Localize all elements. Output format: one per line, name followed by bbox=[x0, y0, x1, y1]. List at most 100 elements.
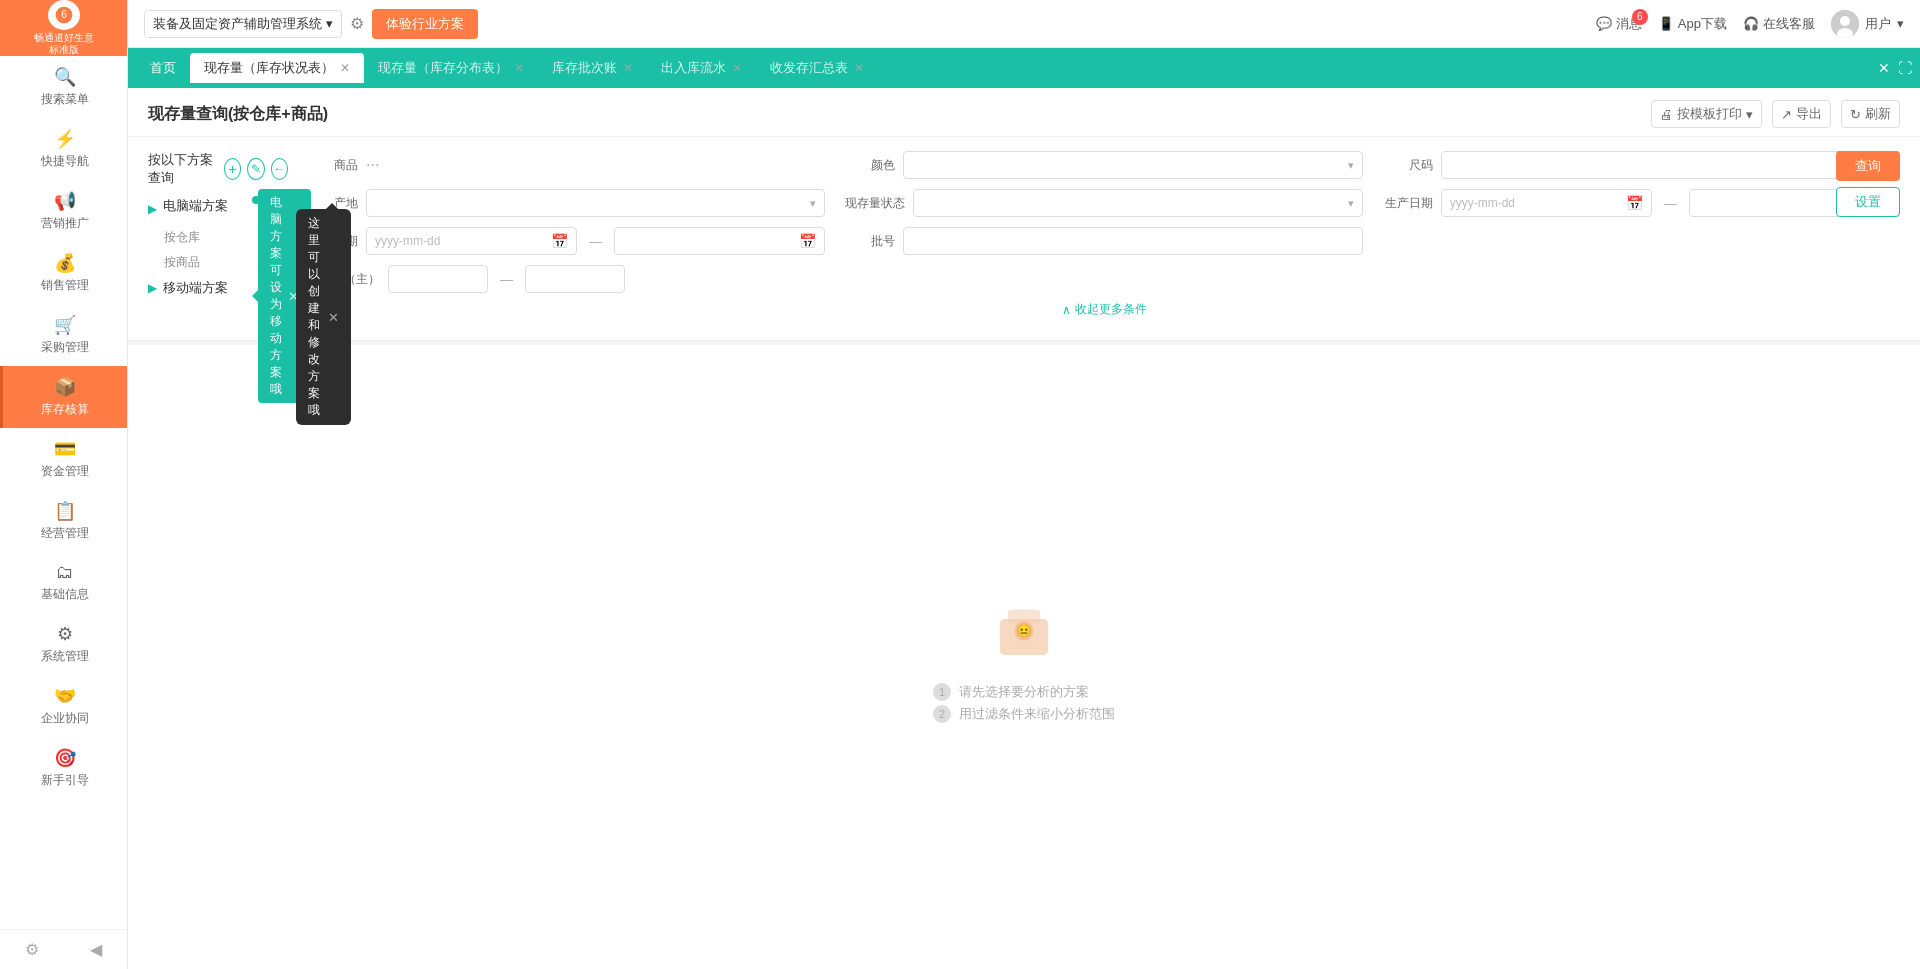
tab-flow[interactable]: 出入库流水 ✕ bbox=[647, 53, 756, 83]
sidebar-item-collab[interactable]: 🤝 企业协同 bbox=[0, 675, 127, 737]
print-dropdown-icon: ▾ bbox=[1746, 107, 1753, 122]
header-left: 装备及固定资产辅助管理系统 ▾ ⚙ 体验行业方案 bbox=[144, 9, 478, 39]
sidebar: 6 畅通道好生意 标准版 🔍 搜索菜单 ⚡ 快捷导航 📢 营销推广 💰 销售管理… bbox=[0, 0, 128, 969]
message-badge: 6 bbox=[1632, 9, 1648, 25]
tab-inventory-dist[interactable]: 现存量（库存分布表） ✕ bbox=[364, 53, 538, 83]
expire-date-from-icon[interactable]: 📅 bbox=[551, 233, 568, 249]
reset-btn[interactable]: 设置 bbox=[1836, 187, 1900, 217]
sidebar-item-finance[interactable]: 💳 资金管理 bbox=[0, 428, 127, 490]
sidebar-item-operation[interactable]: 📋 经营管理 bbox=[0, 490, 127, 552]
printer-icon: 🖨 bbox=[1660, 107, 1673, 122]
query-btn[interactable]: 查询 bbox=[1836, 151, 1900, 181]
tab-close-inventory-status[interactable]: ✕ bbox=[340, 61, 350, 75]
pc-scheme-label: 电脑端方案 bbox=[163, 197, 228, 215]
sidebar-item-system[interactable]: ⚙ 系统管理 bbox=[0, 613, 127, 675]
refresh-icon: ↻ bbox=[1850, 107, 1861, 122]
search-icon: 🔍 bbox=[54, 66, 76, 88]
tab-summary[interactable]: 收发存汇总表 ✕ bbox=[756, 53, 878, 83]
tab-inventory-status[interactable]: 现存量（库存状况表） ✕ bbox=[190, 53, 364, 83]
size-select[interactable]: ▾ bbox=[1441, 151, 1900, 179]
tab-close-batch[interactable]: ✕ bbox=[623, 61, 633, 75]
nav-icon: ⚡ bbox=[54, 128, 76, 150]
sidebar-item-baseinfo[interactable]: 🗂 基础信息 bbox=[0, 552, 127, 613]
tab-close-flow[interactable]: ✕ bbox=[732, 61, 742, 75]
produce-date-from-icon[interactable]: 📅 bbox=[1626, 195, 1643, 211]
sales-icon: 💰 bbox=[54, 252, 76, 274]
filter-row-color: 颜色 ▾ bbox=[845, 151, 1362, 179]
filter-row-status: 现存量状态 ▾ bbox=[845, 189, 1362, 217]
filter-row-expire-date: 失效日期 yyyy-mm-dd 📅 — 📅 bbox=[308, 227, 825, 255]
expire-date-from[interactable]: yyyy-mm-dd 📅 bbox=[366, 227, 577, 255]
status-select[interactable]: ▾ bbox=[913, 189, 1362, 217]
tab-close-summary[interactable]: ✕ bbox=[854, 61, 864, 75]
mobile-scheme-label: 移动端方案 bbox=[163, 279, 228, 297]
edit-tooltip-close[interactable]: ✕ bbox=[328, 310, 339, 325]
svg-point-3 bbox=[1840, 16, 1850, 26]
add-scheme-btn[interactable]: + bbox=[224, 158, 241, 180]
refresh-btn[interactable]: ↻ 刷新 bbox=[1841, 100, 1900, 128]
expire-date-to-icon[interactable]: 📅 bbox=[799, 233, 816, 249]
sidebar-item-purchase[interactable]: 🛒 采购管理 bbox=[0, 304, 127, 366]
tab-close-inventory-dist[interactable]: ✕ bbox=[514, 61, 524, 75]
collapse-filter-btn[interactable]: ∧ 收起更多条件 bbox=[308, 293, 1900, 326]
industry-btn[interactable]: 体验行业方案 bbox=[372, 9, 478, 39]
svg-text:6: 6 bbox=[61, 9, 67, 20]
origin-select-arrow: ▾ bbox=[810, 197, 816, 210]
produce-date-from[interactable]: yyyy-mm-dd 📅 bbox=[1441, 189, 1652, 217]
expire-date-to[interactable]: 📅 bbox=[614, 227, 825, 255]
message-icon: 💬 bbox=[1596, 16, 1612, 31]
color-select-arrow: ▾ bbox=[1348, 159, 1354, 172]
inventory-icon: 📦 bbox=[54, 376, 76, 398]
edit-tooltip: 这里可以创建和修改方案哦 ✕ bbox=[296, 209, 351, 425]
fullscreen-icon[interactable]: ⛶ bbox=[1898, 60, 1912, 76]
filter-grid: 商品 ··· 颜色 ▾ 尺码 ▾ bbox=[308, 151, 1900, 293]
system-icon: ⚙ bbox=[57, 623, 73, 645]
user-menu[interactable]: 用户 ▾ bbox=[1831, 10, 1904, 38]
sidebar-item-guide[interactable]: 🎯 新手引导 bbox=[0, 737, 127, 799]
sidebar-item-sales[interactable]: 💰 销售管理 bbox=[0, 242, 127, 304]
finance-icon: 💳 bbox=[54, 438, 76, 460]
tab-batch[interactable]: 库存批次账 ✕ bbox=[538, 53, 647, 83]
tab-bar-end: ✕ ⛶ bbox=[1878, 60, 1912, 76]
filter-row-origin: 产地 ▾ bbox=[308, 189, 825, 217]
logo-icon: 6 bbox=[48, 0, 80, 30]
filter-scheme-panel: 按以下方案查询 + ✎ ← ▶ 电脑端方案 电脑方案可设为移动方案哦 bbox=[148, 151, 288, 297]
export-icon: ↗ bbox=[1781, 107, 1792, 122]
edit-scheme-btn[interactable]: ✎ bbox=[247, 158, 264, 180]
baseinfo-icon: 🗂 bbox=[56, 562, 74, 583]
tab-home[interactable]: 首页 bbox=[136, 53, 190, 83]
header-right: 💬 消息 6 📱 App下载 🎧 在线客服 用户 ▾ bbox=[1596, 10, 1904, 38]
marketing-icon: 📢 bbox=[54, 190, 76, 212]
settings-bottom-btn[interactable]: ⚙ bbox=[25, 940, 39, 959]
sidebar-item-nav[interactable]: ⚡ 快捷导航 bbox=[0, 118, 127, 180]
sidebar-bottom: ⚙ ◀ bbox=[0, 929, 127, 969]
sidebar-item-search[interactable]: 🔍 搜索菜单 bbox=[0, 56, 127, 118]
avatar bbox=[1831, 10, 1859, 38]
app-logo: 6 畅通道好生意 标准版 bbox=[0, 0, 127, 56]
system-selector[interactable]: 装备及固定资产辅助管理系统 ▾ bbox=[144, 10, 342, 38]
empty-tips: 1 请先选择要分析的方案 2 用过滤条件来缩小分析范围 bbox=[933, 679, 1115, 727]
print-btn[interactable]: 🖨 按模板打印 ▾ bbox=[1651, 100, 1762, 128]
tab-close-all-icon[interactable]: ✕ bbox=[1878, 60, 1890, 76]
sidebar-item-marketing[interactable]: 📢 营销推广 bbox=[0, 180, 127, 242]
top-header: 装备及固定资产辅助管理系统 ▾ ⚙ 体验行业方案 💬 消息 6 📱 App下载 … bbox=[128, 0, 1920, 48]
goods-picker-btn[interactable]: ··· bbox=[366, 156, 379, 174]
purchase-icon: 🛒 bbox=[54, 314, 76, 336]
filter-row-produce-date: 生产日期 yyyy-mm-dd 📅 — 📅 bbox=[1383, 189, 1900, 217]
sidebar-item-inventory[interactable]: 📦 库存核算 bbox=[0, 366, 127, 428]
settings-icon[interactable]: ⚙ bbox=[350, 14, 364, 33]
stock-from-input[interactable] bbox=[388, 265, 488, 293]
origin-select[interactable]: ▾ bbox=[366, 189, 825, 217]
guide-icon: 🎯 bbox=[54, 747, 76, 769]
collapse-sidebar-btn[interactable]: ◀ bbox=[90, 940, 102, 959]
export-btn[interactable]: ↗ 导出 bbox=[1772, 100, 1831, 128]
filter-row-batch: 批号 bbox=[845, 227, 1362, 255]
color-select[interactable]: ▾ bbox=[903, 151, 1362, 179]
online-support-btn[interactable]: 🎧 在线客服 bbox=[1743, 15, 1815, 33]
message-btn[interactable]: 💬 消息 6 bbox=[1596, 15, 1642, 33]
batch-input[interactable] bbox=[903, 227, 1362, 255]
filter-row-goods: 商品 ··· bbox=[308, 151, 825, 179]
back-scheme-btn[interactable]: ← bbox=[271, 158, 288, 180]
stock-to-input[interactable] bbox=[525, 265, 625, 293]
app-download-btn[interactable]: 📱 App下载 bbox=[1658, 15, 1727, 33]
